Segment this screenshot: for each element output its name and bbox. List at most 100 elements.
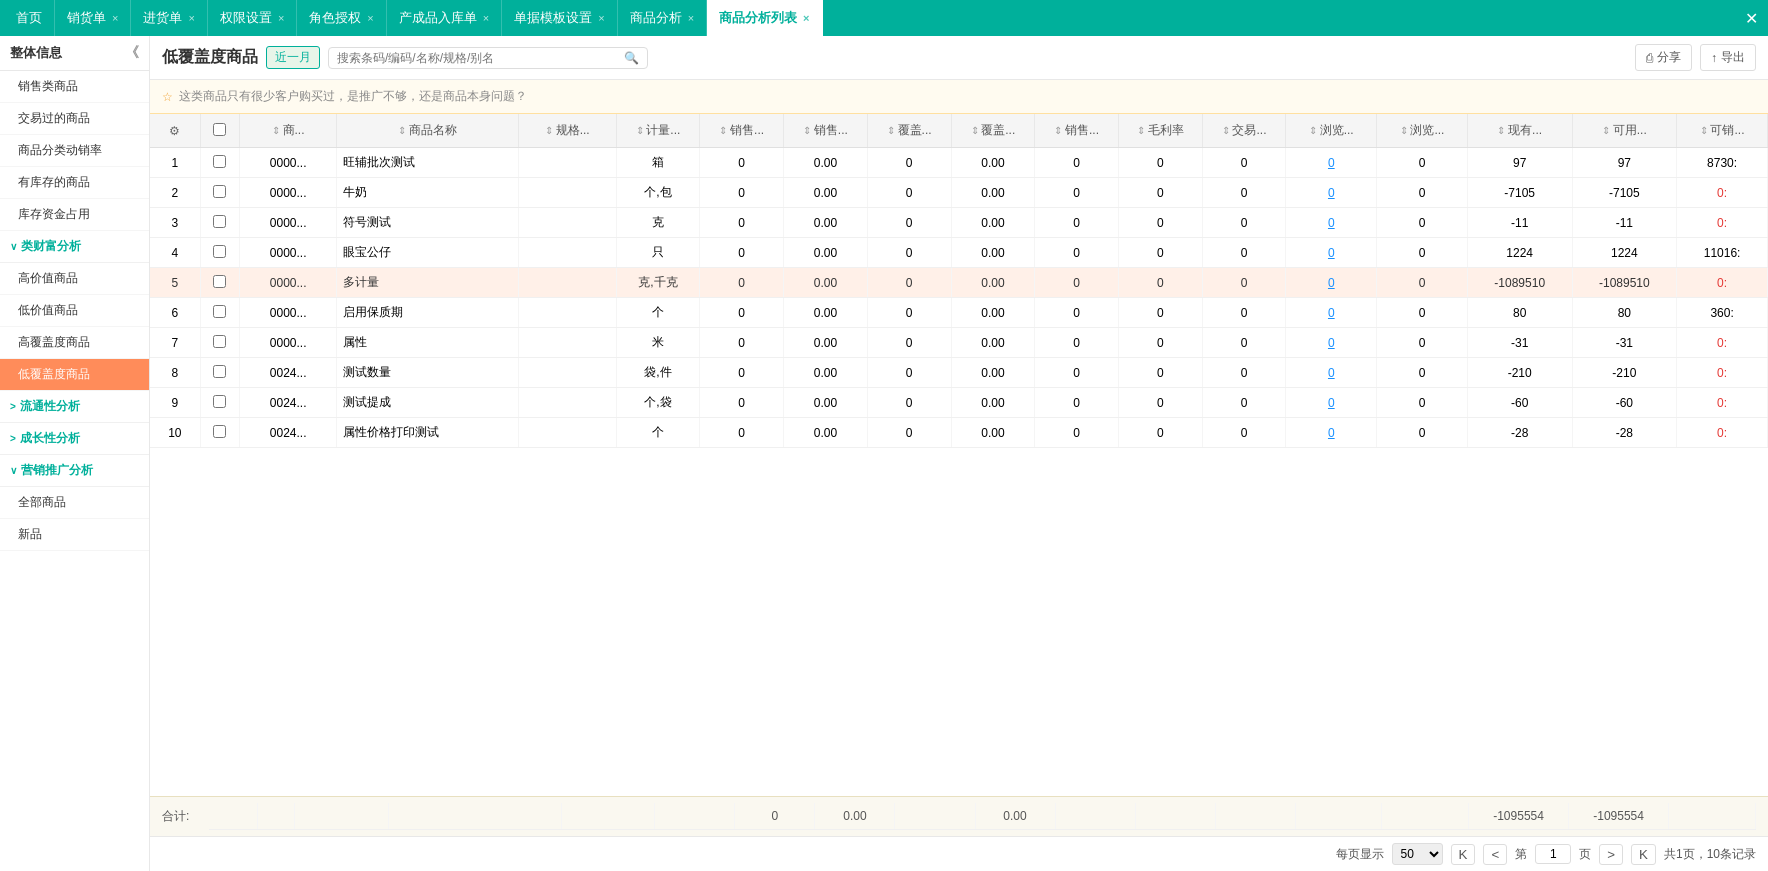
sidebar-item[interactable]: 高价值商品 [0, 263, 149, 295]
column-header-sale_qty[interactable]: ⇕ 销售... [700, 114, 784, 148]
row-browse1[interactable]: 0 [1286, 418, 1377, 448]
sidebar-item[interactable]: 有库存的商品 [0, 167, 149, 199]
filter-tag[interactable]: 近一月 [266, 46, 320, 69]
tab-close-icon[interactable]: × [598, 12, 604, 24]
column-header-sellable[interactable]: ⇕ 可销... [1677, 114, 1768, 148]
sidebar-group-title[interactable]: ∨营销推广分析 [0, 455, 149, 487]
nav-tab[interactable]: 商品分析× [618, 0, 707, 36]
browse1-link[interactable]: 0 [1328, 246, 1335, 260]
row-checkbox[interactable] [213, 305, 226, 318]
row-checkbox[interactable] [213, 275, 226, 288]
browse1-link[interactable]: 0 [1328, 366, 1335, 380]
column-header-browse1[interactable]: ⇕ 浏览... [1286, 114, 1377, 148]
tab-close-icon[interactable]: × [367, 12, 373, 24]
browse1-link[interactable]: 0 [1328, 216, 1335, 230]
close-all-button[interactable]: ✕ [1745, 9, 1758, 28]
sidebar-group-title[interactable]: >成长性分析 [0, 423, 149, 455]
tab-close-icon[interactable]: × [688, 12, 694, 24]
nav-tab[interactable]: 进货单× [131, 0, 207, 36]
column-header-cov2[interactable]: ⇕ 覆盖... [951, 114, 1035, 148]
nav-tab[interactable]: 商品分析列表× [707, 0, 822, 36]
search-input[interactable] [337, 51, 624, 65]
row-checkbox[interactable] [213, 425, 226, 438]
sidebar-item[interactable]: 新品 [0, 519, 149, 551]
row-checkbox-cell[interactable] [200, 178, 239, 208]
column-header-unit[interactable]: ⇕ 计量... [616, 114, 700, 148]
column-header-trade[interactable]: ⇕ 交易... [1202, 114, 1286, 148]
row-checkbox-cell[interactable] [200, 268, 239, 298]
row-browse1[interactable]: 0 [1286, 238, 1377, 268]
prev-page-button[interactable]: < [1483, 844, 1507, 865]
page-number-input[interactable] [1535, 844, 1571, 864]
page-size-select[interactable]: 2050100 [1392, 843, 1443, 865]
tab-close-icon[interactable]: × [112, 12, 118, 24]
row-checkbox[interactable] [213, 245, 226, 258]
table-area[interactable]: ⚙⇕ 商...⇕ 商品名称⇕ 规格...⇕ 计量...⇕ 销售...⇕ 销售..… [150, 114, 1768, 796]
column-header-spec[interactable]: ⇕ 规格... [518, 114, 616, 148]
row-browse1[interactable]: 0 [1286, 358, 1377, 388]
column-header-cur[interactable]: ⇕ 现有... [1467, 114, 1572, 148]
row-checkbox[interactable] [213, 335, 226, 348]
row-checkbox-cell[interactable] [200, 238, 239, 268]
row-browse1[interactable]: 0 [1286, 178, 1377, 208]
column-header-sale_amt[interactable]: ⇕ 销售... [784, 114, 868, 148]
sidebar-collapse-button[interactable]: 《 [125, 44, 139, 62]
column-header-sale2[interactable]: ⇕ 销售... [1035, 114, 1119, 148]
settings-column-header[interactable]: ⚙ [150, 114, 200, 148]
browse1-link[interactable]: 0 [1328, 156, 1335, 170]
column-header-code[interactable]: ⇕ 商... [239, 114, 337, 148]
row-browse1[interactable]: 0 [1286, 388, 1377, 418]
export-button[interactable]: ↑ 导出 [1700, 44, 1756, 71]
row-checkbox-cell[interactable] [200, 418, 239, 448]
row-checkbox-cell[interactable] [200, 328, 239, 358]
browse1-link[interactable]: 0 [1328, 186, 1335, 200]
nav-tab[interactable]: 销货单× [55, 0, 131, 36]
browse1-link[interactable]: 0 [1328, 396, 1335, 410]
row-browse1[interactable]: 0 [1286, 208, 1377, 238]
select-all-checkbox[interactable] [213, 123, 226, 136]
sidebar-group-title[interactable]: >流通性分析 [0, 391, 149, 423]
sidebar-item[interactable]: 库存资金占用 [0, 199, 149, 231]
column-header-cov1[interactable]: ⇕ 覆盖... [867, 114, 951, 148]
sidebar-item[interactable]: 商品分类动销率 [0, 135, 149, 167]
browse1-link[interactable]: 0 [1328, 336, 1335, 350]
last-page-button[interactable]: K [1631, 844, 1656, 865]
first-page-button[interactable]: K [1451, 844, 1476, 865]
row-checkbox-cell[interactable] [200, 208, 239, 238]
row-checkbox[interactable] [213, 395, 226, 408]
browse1-link[interactable]: 0 [1328, 306, 1335, 320]
browse1-link[interactable]: 0 [1328, 426, 1335, 440]
nav-tab[interactable]: 产成品入库单× [387, 0, 502, 36]
row-browse1[interactable]: 0 [1286, 268, 1377, 298]
column-header-browse2[interactable]: ⇕ 浏览... [1377, 114, 1468, 148]
settings-icon[interactable]: ⚙ [169, 124, 180, 138]
nav-tab[interactable]: 首页 [4, 0, 55, 36]
row-browse1[interactable]: 0 [1286, 298, 1377, 328]
sidebar-item[interactable]: 高覆盖度商品 [0, 327, 149, 359]
row-checkbox-cell[interactable] [200, 298, 239, 328]
nav-tab[interactable]: 单据模板设置× [502, 0, 617, 36]
checkbox-column-header[interactable] [200, 114, 239, 148]
nav-tab[interactable]: 角色授权× [297, 0, 386, 36]
column-header-avail[interactable]: ⇕ 可用... [1572, 114, 1677, 148]
row-checkbox-cell[interactable] [200, 358, 239, 388]
column-header-name[interactable]: ⇕ 商品名称 [337, 114, 518, 148]
sidebar-item[interactable]: 销售类商品 [0, 71, 149, 103]
row-checkbox-cell[interactable] [200, 388, 239, 418]
sidebar-item[interactable]: 交易过的商品 [0, 103, 149, 135]
row-browse1[interactable]: 0 [1286, 148, 1377, 178]
tab-close-icon[interactable]: × [188, 12, 194, 24]
browse1-link[interactable]: 0 [1328, 276, 1335, 290]
sidebar-item[interactable]: 全部商品 [0, 487, 149, 519]
sidebar-item[interactable]: 低覆盖度商品 [0, 359, 149, 391]
nav-tab[interactable]: 权限设置× [208, 0, 297, 36]
next-page-button[interactable]: > [1599, 844, 1623, 865]
row-checkbox[interactable] [213, 215, 226, 228]
share-button[interactable]: ⎙ 分享 [1635, 44, 1692, 71]
tab-close-icon[interactable]: × [483, 12, 489, 24]
search-icon[interactable]: 🔍 [624, 51, 639, 65]
tab-close-icon[interactable]: × [803, 12, 809, 24]
sidebar-item[interactable]: 低价值商品 [0, 295, 149, 327]
tab-close-icon[interactable]: × [278, 12, 284, 24]
sidebar-group-title[interactable]: ∨类财富分析 [0, 231, 149, 263]
